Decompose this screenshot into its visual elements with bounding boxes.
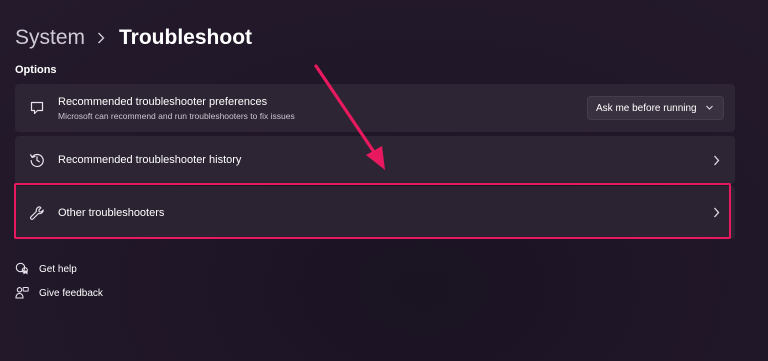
- card-title: Recommended troubleshooter preferences: [58, 95, 268, 108]
- give-feedback-link[interactable]: Give feedback: [15, 286, 103, 300]
- get-help-link[interactable]: Get help: [15, 262, 77, 276]
- chevron-right-icon: [711, 154, 721, 166]
- get-help-icon: [15, 262, 29, 276]
- card-subtitle: Microsoft can recommend and run troubles…: [58, 110, 295, 121]
- troubleshooter-preference-dropdown[interactable]: Ask me before running: [587, 96, 724, 120]
- give-feedback-label: Give feedback: [39, 287, 103, 299]
- chevron-right-icon: [711, 207, 721, 219]
- other-troubleshooters-card[interactable]: Other troubleshooters: [15, 186, 735, 239]
- give-feedback-icon: [15, 286, 29, 300]
- troubleshooter-history-card[interactable]: Recommended troubleshooter history: [15, 136, 735, 184]
- breadcrumb-system-link[interactable]: System: [15, 26, 85, 50]
- wrench-icon: [28, 204, 46, 222]
- chevron-down-icon: [705, 103, 714, 115]
- page-title: Troubleshoot: [119, 26, 253, 49]
- card-title: Recommended troubleshooter history: [58, 154, 242, 166]
- history-icon: [28, 151, 46, 169]
- chat-bubble-icon: [28, 99, 46, 117]
- get-help-label: Get help: [39, 263, 77, 275]
- dropdown-selected-value: Ask me before running: [596, 102, 697, 114]
- breadcrumb: System Troubleshoot: [15, 24, 252, 52]
- section-label-options: Options: [15, 64, 57, 76]
- breadcrumb-separator-icon: [97, 32, 105, 44]
- card-title: Other troubleshooters: [58, 206, 165, 219]
